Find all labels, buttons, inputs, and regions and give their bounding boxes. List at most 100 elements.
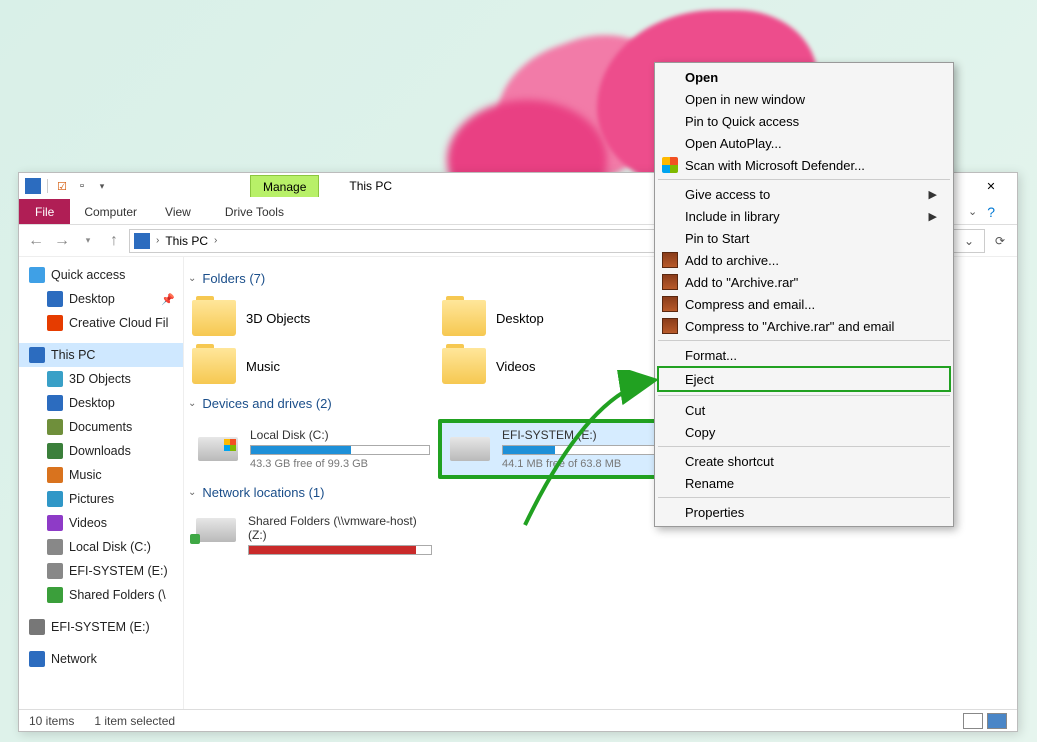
help-icon[interactable]: ? <box>987 204 995 220</box>
drive-capacity-bar <box>248 545 432 555</box>
sidebar-item-this-pc[interactable]: This PC <box>19 343 183 367</box>
menu-item-create-shortcut[interactable]: Create shortcut <box>657 450 951 472</box>
close-button[interactable]: ✕ <box>971 173 1011 199</box>
menu-item-label: Scan with Microsoft Defender... <box>685 158 865 173</box>
menu-item-pin-to-start[interactable]: Pin to Start <box>657 227 951 249</box>
refresh-button[interactable]: ⟳ <box>989 230 1011 252</box>
network-drive-sublabel: (Z:) <box>248 528 432 542</box>
menu-item-pin-to-quick-access[interactable]: Pin to Quick access <box>657 110 951 132</box>
sidebar-item-desktop[interactable]: Desktop <box>19 391 183 415</box>
folder-icon <box>192 348 236 384</box>
menu-item-label: Pin to Start <box>685 231 749 246</box>
network-drive-icon <box>196 518 236 542</box>
sidebar-item-documents[interactable]: Documents <box>19 415 183 439</box>
sidebar-item-pictures[interactable]: Pictures <box>19 487 183 511</box>
menu-item-format[interactable]: Format... <box>657 344 951 366</box>
menu-item-add-to-archive-rar[interactable]: Add to "Archive.rar" <box>657 271 951 293</box>
nav-forward-button[interactable]: → <box>51 230 73 252</box>
chevron-down-icon: ⌄ <box>188 487 196 498</box>
qat-properties-icon[interactable]: ☑ <box>54 178 70 194</box>
sidebar-item-music[interactable]: Music <box>19 463 183 487</box>
sidebar-item-label: Shared Folders (\ <box>69 588 166 602</box>
menu-item-add-to-archive[interactable]: Add to archive... <box>657 249 951 271</box>
menu-item-compress-to-archive-rar-and-email[interactable]: Compress to "Archive.rar" and email <box>657 315 951 337</box>
sidebar-item-creative-cloud-fil[interactable]: Creative Cloud Fil <box>19 311 183 335</box>
folder-icon <box>442 348 486 384</box>
folder-item[interactable]: Desktop <box>438 294 688 342</box>
sidebar-item-label: Desktop <box>69 396 115 410</box>
menu-item-properties[interactable]: Properties <box>657 501 951 523</box>
tab-computer[interactable]: Computer <box>70 205 151 219</box>
archive-icon <box>661 251 679 269</box>
view-large-icons-icon[interactable] <box>987 713 1007 729</box>
nav-up-button[interactable]: ↑ <box>103 230 125 252</box>
network-drive-label: Shared Folders (\\vmware-host) <box>248 514 432 528</box>
file-tab[interactable]: File <box>19 199 70 224</box>
sidebar-item-label: EFI-SYSTEM (E:) <box>51 620 150 634</box>
drive-free-text: 43.3 GB free of 99.3 GB <box>250 458 430 470</box>
view-details-icon[interactable] <box>963 713 983 729</box>
nav-recent-button[interactable]: ▾ <box>77 230 99 252</box>
menu-item-rename[interactable]: Rename <box>657 472 951 494</box>
sidebar-item-efi-system-e-[interactable]: EFI-SYSTEM (E:) <box>19 615 183 639</box>
folder-icon <box>442 300 486 336</box>
ribbon-expand-icon[interactable]: ⌄ <box>968 205 977 218</box>
sidebar-item-shared-folders-[interactable]: Shared Folders (\ <box>19 583 183 607</box>
chevron-right-icon[interactable]: › <box>214 235 217 246</box>
network-drive-item[interactable]: Shared Folders (\\vmware-host) (Z:) <box>188 508 438 564</box>
sidebar-item-local-disk-c-[interactable]: Local Disk (C:) <box>19 535 183 559</box>
folder-item[interactable]: 3D Objects <box>188 294 438 342</box>
menu-separator <box>658 340 950 341</box>
folder-item[interactable]: Videos <box>438 342 688 390</box>
navigation-pane: Quick accessDesktop📌Creative Cloud Fil Th… <box>19 257 184 709</box>
pc-icon <box>134 233 150 249</box>
sidebar-item-downloads[interactable]: Downloads <box>19 439 183 463</box>
folder-icon <box>192 300 236 336</box>
music-icon <box>47 467 63 483</box>
menu-item-cut[interactable]: Cut <box>657 399 951 421</box>
sidebar-item-3d-objects[interactable]: 3D Objects <box>19 367 183 391</box>
menu-item-open-autoplay[interactable]: Open AutoPlay... <box>657 132 951 154</box>
sidebar-item-label: Downloads <box>69 444 131 458</box>
status-selection: 1 item selected <box>94 714 175 728</box>
sidebar-item-efi-system-e-[interactable]: EFI-SYSTEM (E:) <box>19 559 183 583</box>
drive-label: EFI-SYSTEM (E:) <box>502 428 678 442</box>
sidebar-item-desktop[interactable]: Desktop📌 <box>19 287 183 311</box>
window-title: This PC <box>349 179 392 193</box>
menu-item-include-in-library[interactable]: Include in library▶ <box>657 205 951 227</box>
menu-item-open[interactable]: Open <box>657 66 951 88</box>
breadcrumb-item[interactable]: This PC <box>165 234 208 248</box>
menu-item-give-access-to[interactable]: Give access to▶ <box>657 183 951 205</box>
status-item-count: 10 items <box>29 714 74 728</box>
contextual-tab-manage[interactable]: Manage <box>250 175 319 197</box>
sidebar-item-quick-access[interactable]: Quick access <box>19 263 183 287</box>
sidebar-item-videos[interactable]: Videos <box>19 511 183 535</box>
address-dropdown-icon[interactable]: ⌄ <box>958 230 980 252</box>
menu-item-label: Create shortcut <box>685 454 774 469</box>
menu-item-label: Format... <box>685 348 737 363</box>
tab-view[interactable]: View <box>151 205 205 219</box>
menu-item-label: Properties <box>685 505 744 520</box>
menu-item-scan-with-microsoft-defender[interactable]: Scan with Microsoft Defender... <box>657 154 951 176</box>
archive-icon <box>661 273 679 291</box>
sidebar-item-label: Local Disk (C:) <box>69 540 151 554</box>
menu-item-open-in-new-window[interactable]: Open in new window <box>657 88 951 110</box>
menu-separator <box>658 497 950 498</box>
drive-item[interactable]: Local Disk (C:) 43.3 GB free of 99.3 GB <box>188 419 438 479</box>
folder-item[interactable]: Music <box>188 342 438 390</box>
qat-new-folder-icon[interactable]: ▫ <box>74 178 90 194</box>
submenu-arrow-icon: ▶ <box>929 188 937 201</box>
defender-icon <box>661 156 679 174</box>
sidebar-item-network[interactable]: Network <box>19 647 183 671</box>
down-icon <box>47 443 63 459</box>
nav-back-button[interactable]: ← <box>25 230 47 252</box>
chevron-down-icon: ⌄ <box>188 398 196 409</box>
drive-item[interactable]: EFI-SYSTEM (E:) 44.1 MB free of 63.8 MB <box>438 419 688 479</box>
sidebar-item-label: Network <box>51 652 97 666</box>
qat-dropdown-icon[interactable]: ▾ <box>94 178 110 194</box>
menu-item-eject[interactable]: Eject <box>657 366 951 392</box>
tab-drive-tools[interactable]: Drive Tools <box>211 205 298 219</box>
menu-item-compress-and-email[interactable]: Compress and email... <box>657 293 951 315</box>
menu-item-copy[interactable]: Copy <box>657 421 951 443</box>
sidebar-item-label: Videos <box>69 516 107 530</box>
